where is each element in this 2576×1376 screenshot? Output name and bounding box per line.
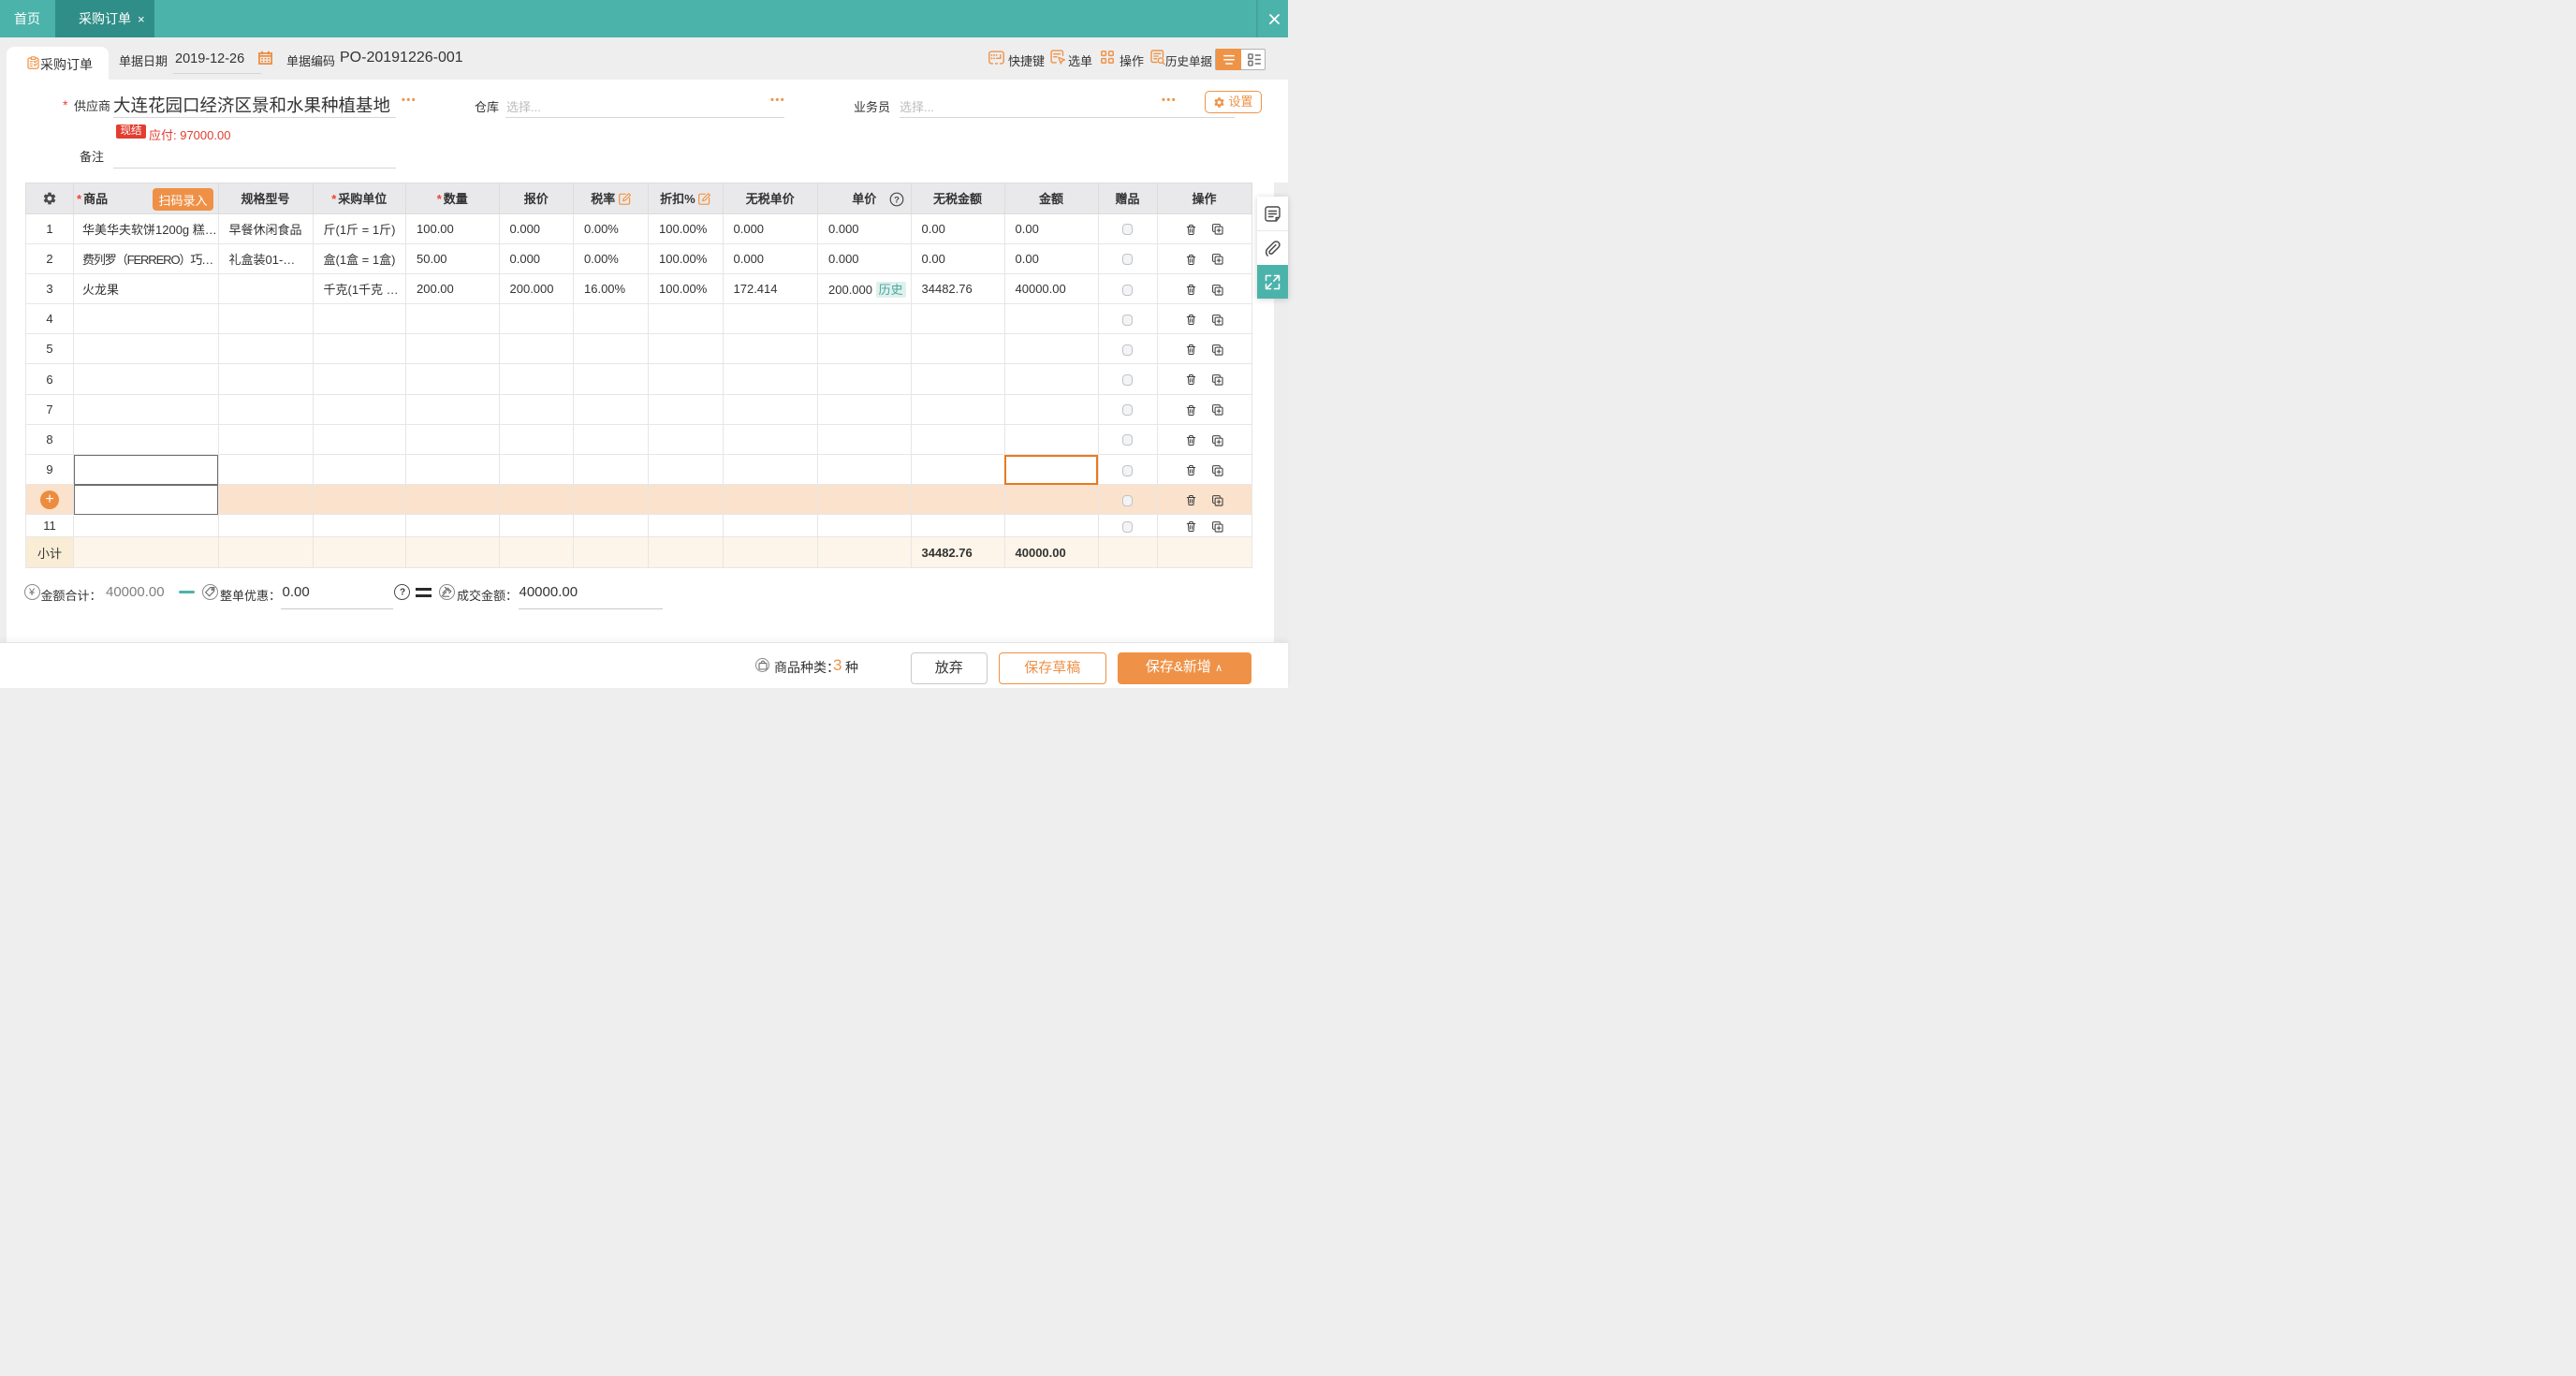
svg-text:¥: ¥ xyxy=(28,587,36,598)
svg-text:?: ? xyxy=(399,588,404,598)
svg-text:?: ? xyxy=(894,195,900,205)
